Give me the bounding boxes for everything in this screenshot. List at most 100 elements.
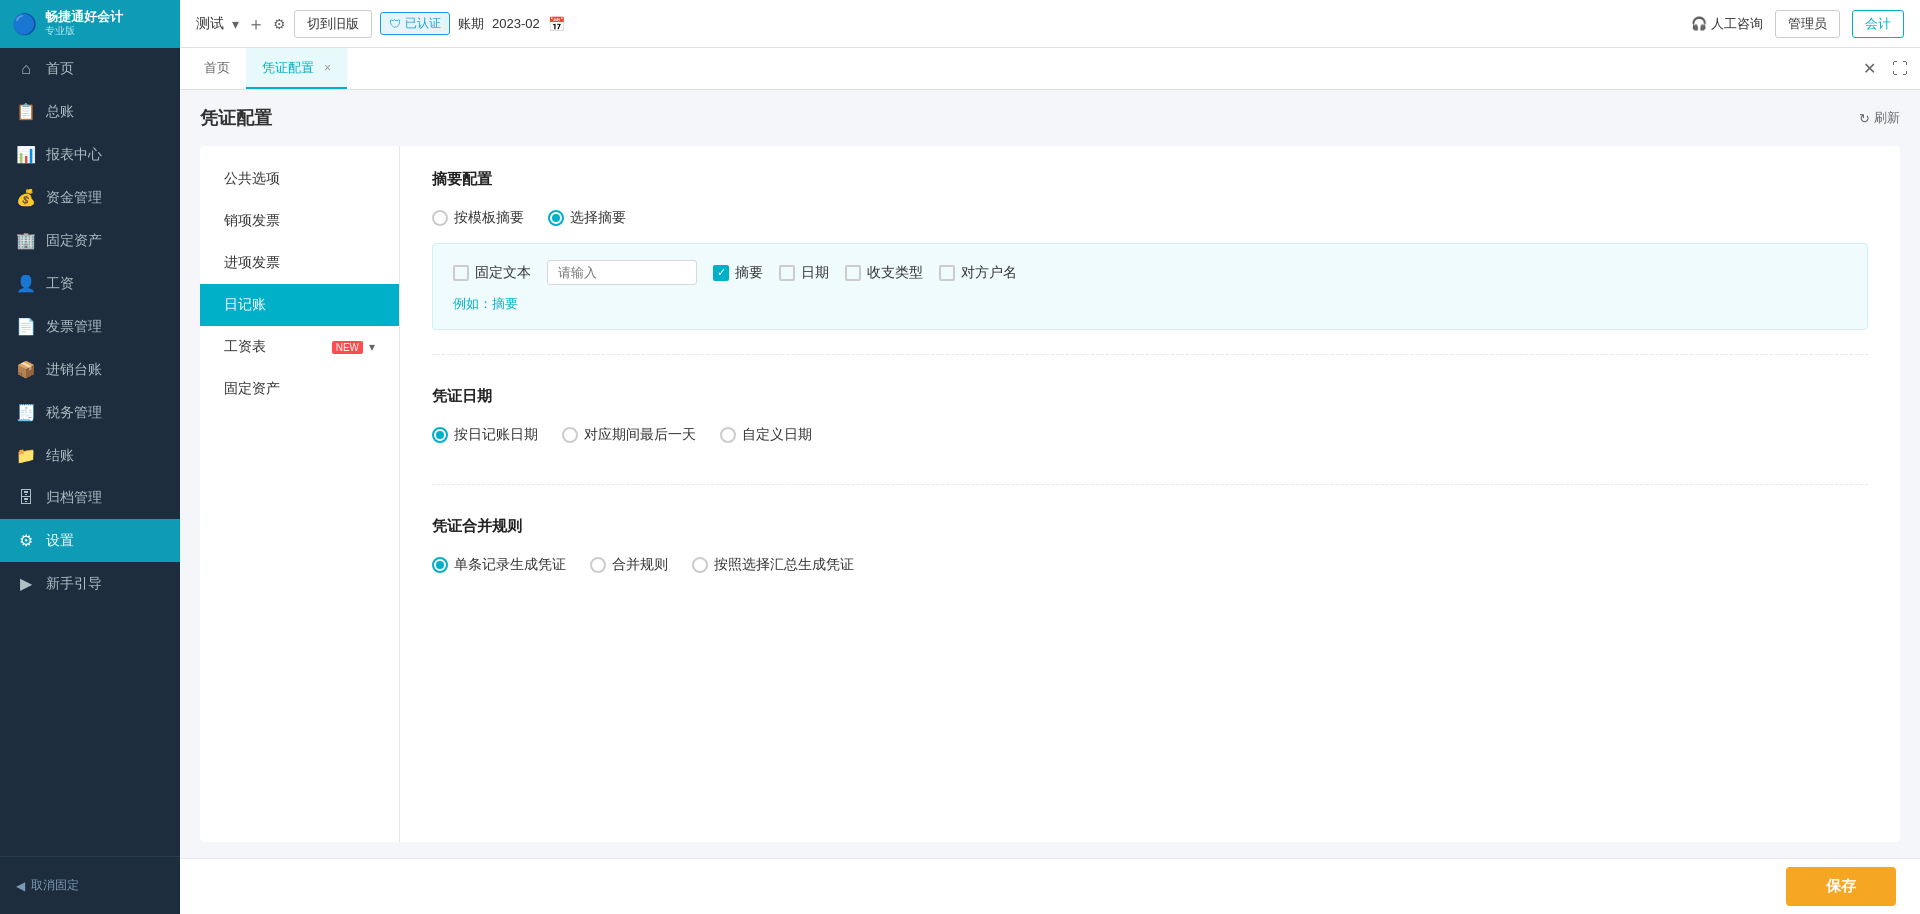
report-icon: 📊 — [16, 145, 36, 164]
main-layout: ⌂ 首页 📋 总账 📊 报表中心 💰 资金管理 🏢 固定资产 👤 工资 — [0, 48, 1920, 914]
sidebar-item-newbie[interactable]: ▶ 新手引导 — [0, 562, 180, 605]
sidebar-item-label: 新手引导 — [46, 575, 102, 593]
section-summary-title: 摘要配置 — [432, 170, 1868, 189]
radio-period-last[interactable]: 对应期间最后一天 — [562, 426, 696, 444]
tab-home[interactable]: 首页 — [188, 48, 246, 89]
radio-custom-date[interactable]: 自定义日期 — [720, 426, 812, 444]
switch-version-button[interactable]: 切到旧版 — [294, 10, 372, 38]
close-window-button[interactable]: ✕ — [1859, 55, 1880, 82]
settings-icon[interactable]: ⚙ — [273, 16, 286, 32]
section-date-title: 凭证日期 — [432, 387, 1868, 406]
consult-button[interactable]: 🎧 人工咨询 — [1691, 15, 1763, 33]
sidebar-scroll: ⌂ 首页 📋 总账 📊 报表中心 💰 资金管理 🏢 固定资产 👤 工资 — [0, 48, 180, 856]
sidebar-item-assets[interactable]: 🏢 固定资产 — [0, 219, 180, 262]
checkbox-date[interactable]: 日期 — [779, 264, 829, 282]
sidebar-item-archive[interactable]: 🗄 归档管理 — [0, 477, 180, 519]
radio-select-merge[interactable]: 按照选择汇总生成凭证 — [692, 556, 854, 574]
fixed-text-input[interactable] — [547, 260, 697, 285]
summary-checkboxes-row: 固定文本 摘要 日期 — [453, 260, 1847, 285]
date-radio-group: 按日记账日期 对应期间最后一天 自定义日期 — [432, 426, 1868, 444]
workspace-name: 测试 — [196, 15, 224, 33]
add-icon[interactable]: ＋ — [247, 12, 265, 36]
sidebar: ⌂ 首页 📋 总账 📊 报表中心 💰 资金管理 🏢 固定资产 👤 工资 — [0, 48, 180, 914]
config-nav-purchase[interactable]: 进项发票 — [200, 242, 399, 284]
checkbox-counterpart[interactable]: 对方户名 — [939, 264, 1017, 282]
sidebar-item-closing[interactable]: 📁 结账 — [0, 434, 180, 477]
sidebar-item-ledger[interactable]: 📋 总账 — [0, 90, 180, 133]
sidebar-item-salepurchase[interactable]: 📦 进销台账 — [0, 348, 180, 391]
sidebar-item-label: 结账 — [46, 447, 74, 465]
manager-button[interactable]: 管理员 — [1775, 10, 1840, 38]
merge-radio-group: 单条记录生成凭证 合并规则 按照选择汇总生成凭证 — [432, 556, 1868, 574]
chevron-down-icon: ▾ — [369, 340, 375, 354]
capital-icon: 💰 — [16, 188, 36, 207]
checkbox-abstract[interactable]: 摘要 — [713, 264, 763, 282]
tab-bar: 首页 凭证配置 × ✕ ⛶ — [180, 48, 1920, 90]
refresh-button[interactable]: ↻ 刷新 — [1859, 109, 1900, 127]
newbie-icon: ▶ — [16, 574, 36, 593]
radio-template-summary[interactable]: 按模板摘要 — [432, 209, 524, 227]
logo-name: 畅捷通好会计 — [45, 9, 123, 25]
sidebar-item-home[interactable]: ⌂ 首页 — [0, 48, 180, 90]
salepurchase-icon: 📦 — [16, 360, 36, 379]
period-label: 账期 — [458, 15, 484, 33]
sidebar-item-capital[interactable]: 💰 资金管理 — [0, 176, 180, 219]
tax-icon: 🧾 — [16, 403, 36, 422]
sidebar-item-label: 首页 — [46, 60, 74, 78]
sidebar-item-label: 资金管理 — [46, 189, 102, 207]
sidebar-item-report[interactable]: 📊 报表中心 — [0, 133, 180, 176]
tab-voucher-config[interactable]: 凭证配置 × — [246, 48, 347, 89]
radio-template-circle — [432, 210, 448, 226]
config-nav-public[interactable]: 公共选项 — [200, 158, 399, 200]
sidebar-item-label: 归档管理 — [46, 489, 102, 507]
section-merge-title: 凭证合并规则 — [432, 517, 1868, 536]
fullscreen-button[interactable]: ⛶ — [1888, 56, 1912, 82]
checkbox-fixed-text[interactable]: 固定文本 — [453, 264, 531, 282]
sidebar-item-settings[interactable]: ⚙ 设置 — [0, 519, 180, 562]
home-icon: ⌂ — [16, 60, 36, 78]
page-content: 凭证配置 ↻ 刷新 公共选项 销项发票 进项发票 日记账 工资表 — [180, 90, 1920, 858]
top-bar-right: 🎧 人工咨询 管理员 会计 — [1691, 10, 1904, 38]
refresh-icon: ↻ — [1859, 111, 1870, 126]
radio-period-last-circle — [562, 427, 578, 443]
config-nav-journal[interactable]: 日记账 — [200, 284, 399, 326]
settings-sidebar-icon: ⚙ — [16, 531, 36, 550]
checkbox-counterpart-box — [939, 265, 955, 281]
accountant-button[interactable]: 会计 — [1852, 10, 1904, 38]
checkbox-abstract-box — [713, 265, 729, 281]
cancel-fixed-button[interactable]: ◀ 取消固定 — [0, 867, 180, 904]
checkbox-fixed-text-box — [453, 265, 469, 281]
content-area: 首页 凭证配置 × ✕ ⛶ 凭证配置 ↻ 刷新 — [180, 48, 1920, 914]
radio-select-circle — [548, 210, 564, 226]
radio-journal-date[interactable]: 按日记账日期 — [432, 426, 538, 444]
section-date: 凭证日期 按日记账日期 对应期间最后一天 — [432, 387, 1868, 485]
dropdown-icon[interactable]: ▾ — [232, 16, 239, 32]
calendar-icon[interactable]: 📅 — [548, 16, 565, 32]
sidebar-item-label: 总账 — [46, 103, 74, 121]
config-nav: 公共选项 销项发票 进项发票 日记账 工资表 NEW ▾ 固定资产 — [200, 146, 400, 842]
config-nav-sales[interactable]: 销项发票 — [200, 200, 399, 242]
summary-options-box: 固定文本 摘要 日期 — [432, 243, 1868, 330]
top-bar: 🔵 畅捷通好会计 专业版 测试 ▾ ＋ ⚙ 切到旧版 🛡 已认证 账期 2023… — [0, 0, 1920, 48]
radio-select-summary[interactable]: 选择摘要 — [548, 209, 626, 227]
sidebar-item-label: 固定资产 — [46, 232, 102, 250]
radio-single-record[interactable]: 单条记录生成凭证 — [432, 556, 566, 574]
invoice-icon: 📄 — [16, 317, 36, 336]
sidebar-item-label: 进销台账 — [46, 361, 102, 379]
sidebar-item-tax[interactable]: 🧾 税务管理 — [0, 391, 180, 434]
save-button[interactable]: 保存 — [1786, 867, 1896, 906]
pin-icon: ◀ — [16, 879, 25, 893]
config-nav-payslip[interactable]: 工资表 NEW ▾ — [200, 326, 399, 368]
bottom-bar: 保存 — [180, 858, 1920, 914]
radio-select-merge-circle — [692, 557, 708, 573]
sidebar-item-label: 工资 — [46, 275, 74, 293]
tab-close-icon[interactable]: × — [324, 61, 331, 75]
checkbox-io-type[interactable]: 收支类型 — [845, 264, 923, 282]
logo-sub: 专业版 — [45, 24, 123, 38]
section-summary: 摘要配置 按模板摘要 选择摘要 — [432, 170, 1868, 355]
radio-merge-rule[interactable]: 合并规则 — [590, 556, 668, 574]
headset-icon: 🎧 — [1691, 16, 1707, 31]
config-nav-fixed-assets[interactable]: 固定资产 — [200, 368, 399, 410]
sidebar-item-payroll[interactable]: 👤 工资 — [0, 262, 180, 305]
sidebar-item-invoice[interactable]: 📄 发票管理 — [0, 305, 180, 348]
